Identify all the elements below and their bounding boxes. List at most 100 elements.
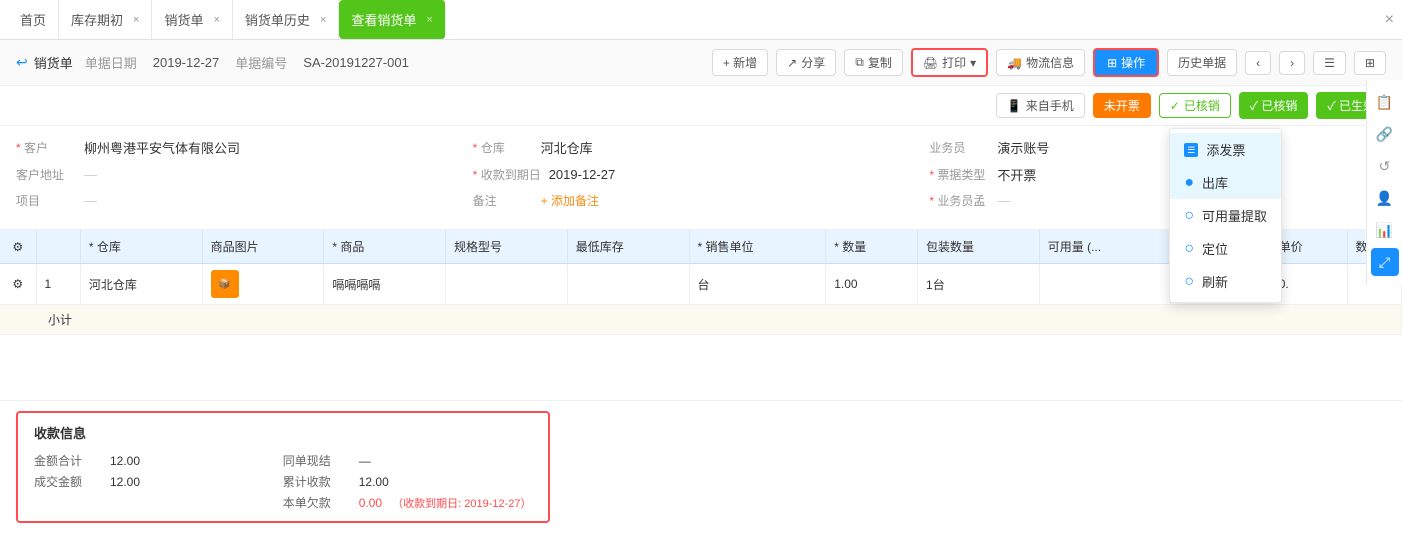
sidebar-icon-expand[interactable]: ⤢	[1371, 248, 1399, 276]
due-date-label: 收款到期日	[473, 166, 541, 183]
gear-icon: ⚙	[12, 277, 23, 291]
row-product: 嗝嗝嗝嗝	[324, 264, 446, 305]
dropdown-item-available[interactable]: ○ 可用量提取	[1170, 199, 1281, 232]
tab-bar-close[interactable]: ×	[1385, 11, 1394, 29]
not-open-label: 未开票	[1104, 97, 1140, 114]
next-button[interactable]: ›	[1279, 51, 1305, 75]
arrears-value: 0.00	[359, 496, 382, 510]
note-field: 备注 + 添加备注	[473, 192, 930, 209]
print-button[interactable]: 🖨 打印 ▾	[911, 48, 988, 77]
col-pack-qty: 包装数量	[918, 230, 1040, 264]
history-button[interactable]: 历史单据	[1167, 49, 1237, 76]
verified-button[interactable]: ✓ 已核销	[1239, 92, 1309, 119]
tab-sales-history[interactable]: 销货单历史 ×	[233, 0, 339, 39]
bottom-area: 收款信息 金额合计 12.00 同单现结 — 成交金额 12.00	[0, 400, 1402, 533]
verified-label: 已核销	[1261, 99, 1297, 113]
tab-inventory-label: 库存期初	[71, 10, 123, 29]
outbound-icon: ●	[1184, 175, 1194, 191]
sidebar-icon-clipboard[interactable]: 📋	[1371, 88, 1399, 116]
salesman-value: —	[997, 193, 1010, 208]
view1-button[interactable]: ☰	[1313, 51, 1346, 75]
transaction-row: 成交金额 12.00	[34, 473, 283, 490]
total-label: 金额合计	[34, 452, 104, 469]
warehouse-field: 仓库 河北仓库	[473, 138, 930, 157]
payment-grid: 金额合计 12.00 同单现结 — 成交金额 12.00 累计收款 12.00	[34, 452, 532, 511]
date-label: 单据日期	[85, 53, 137, 72]
invoice-label: 添发票	[1206, 140, 1245, 159]
copy-button[interactable]: ⧉ 复制	[844, 49, 903, 76]
tab-inventory-close[interactable]: ×	[133, 14, 139, 26]
dropdown-item-locate[interactable]: ○ 定位	[1170, 232, 1281, 265]
salesman-label: 业务员孟	[929, 192, 989, 209]
print-label: 打印	[942, 54, 966, 71]
dropdown-item-invoice[interactable]: ☰ 添发票	[1170, 133, 1281, 166]
sidebar-icon-refresh[interactable]: ↺	[1371, 152, 1399, 180]
print-icon: 🖨	[923, 56, 938, 70]
row-image: 📦	[202, 264, 324, 305]
staff-field: 业务员 演示账号	[929, 138, 1386, 157]
logistics-icon: 🚚	[1007, 56, 1022, 70]
tab-home[interactable]: 首页	[8, 0, 59, 39]
tab-sales-label: 销货单	[164, 10, 203, 29]
locate-icon: ○	[1184, 241, 1194, 257]
right-sidebar: 📋 🔗 ↺ 👤 📊 ⤢	[1366, 80, 1402, 284]
sidebar-icon-chart[interactable]: 📊	[1371, 216, 1399, 244]
outbound-label: 出库	[1202, 173, 1228, 192]
tab-view-sales[interactable]: 查看销货单 ×	[339, 0, 445, 39]
tab-sales[interactable]: 销货单 ×	[152, 0, 232, 39]
share-button[interactable]: ↗ 分享	[776, 49, 836, 76]
add-note-button[interactable]: + 添加备注	[541, 192, 599, 209]
tab-view-sales-close[interactable]: ×	[426, 14, 432, 26]
dropdown-menu: ☰ 添发票 ● 出库 ○ 可用量提取 ○ 定位 ○ 刷新	[1169, 128, 1282, 303]
logistics-button[interactable]: 🚚 物流信息	[996, 49, 1085, 76]
doc-title-text: 销货单	[34, 53, 73, 72]
col-quantity: * 数量	[826, 230, 918, 264]
print-dropdown-icon: ▾	[970, 56, 976, 70]
col-sales-unit: * 销售单位	[689, 230, 826, 264]
row-available	[1039, 264, 1171, 305]
effective-icon: ✓	[1327, 99, 1335, 113]
payment-title: 收款信息	[34, 423, 532, 442]
verify-button[interactable]: ✓ 已核销	[1159, 93, 1231, 118]
dropdown-item-refresh[interactable]: ○ 刷新	[1170, 265, 1281, 298]
customer-field: 客户 柳州粤港平安气体有限公司	[16, 138, 473, 157]
row-spec	[446, 264, 568, 305]
customer-value: 柳州粤港平安气体有限公司	[84, 138, 240, 157]
date-value: 2019-12-27	[153, 55, 220, 70]
tab-sales-history-close[interactable]: ×	[320, 14, 326, 26]
dropdown-item-outbound[interactable]: ● 出库	[1170, 166, 1281, 199]
main-area: ↩ 销货单 单据日期 2019-12-27 单据编号 SA-20191227-0…	[0, 40, 1402, 533]
logistics-label: 物流信息	[1026, 54, 1074, 71]
tab-inventory[interactable]: 库存期初 ×	[59, 0, 152, 39]
sidebar-icon-user[interactable]: 👤	[1371, 184, 1399, 212]
number-label: 单据编号	[235, 53, 287, 72]
col-spec: 规格型号	[446, 230, 568, 264]
operation-label: 操作	[1121, 54, 1145, 71]
view2-button[interactable]: ⊞	[1354, 51, 1386, 75]
row-sales-unit: 台	[689, 264, 826, 305]
address-value: —	[84, 167, 97, 182]
subtotal-row: 小计	[0, 305, 1402, 335]
staff-value: 演示账号	[997, 138, 1049, 157]
not-open-button[interactable]: 未开票	[1093, 93, 1151, 118]
tab-sales-close[interactable]: ×	[213, 14, 219, 26]
settlement-value: —	[359, 454, 371, 468]
new-button[interactable]: + 新增	[712, 49, 768, 76]
prev-button[interactable]: ‹	[1245, 51, 1271, 75]
row-gear[interactable]: ⚙	[0, 264, 36, 305]
transaction-value: 12.00	[110, 475, 140, 489]
col-warehouse: * 仓库	[80, 230, 202, 264]
transaction-label: 成交金额	[34, 473, 104, 490]
share-icon: ↗	[787, 56, 797, 70]
phone-icon: 📱	[1007, 99, 1022, 113]
from-phone-button[interactable]: 📱 来自手机	[996, 93, 1085, 118]
arrears-label: 本单欠款	[283, 494, 353, 511]
verify-icon: ✓	[1170, 99, 1180, 113]
invoice-icon: ☰	[1184, 143, 1198, 157]
sidebar-icon-link[interactable]: 🔗	[1371, 120, 1399, 148]
doc-meta: 单据日期 2019-12-27 单据编号 SA-20191227-001	[85, 53, 409, 72]
ticket-type-label: 票据类型	[929, 166, 989, 183]
locate-label: 定位	[1202, 239, 1228, 258]
sub-toolbar: 📱 来自手机 未开票 ✓ 已核销 ✓ 已核销 ✓ 已生效	[0, 86, 1402, 126]
operation-button[interactable]: ⊞ 操作	[1093, 48, 1159, 77]
